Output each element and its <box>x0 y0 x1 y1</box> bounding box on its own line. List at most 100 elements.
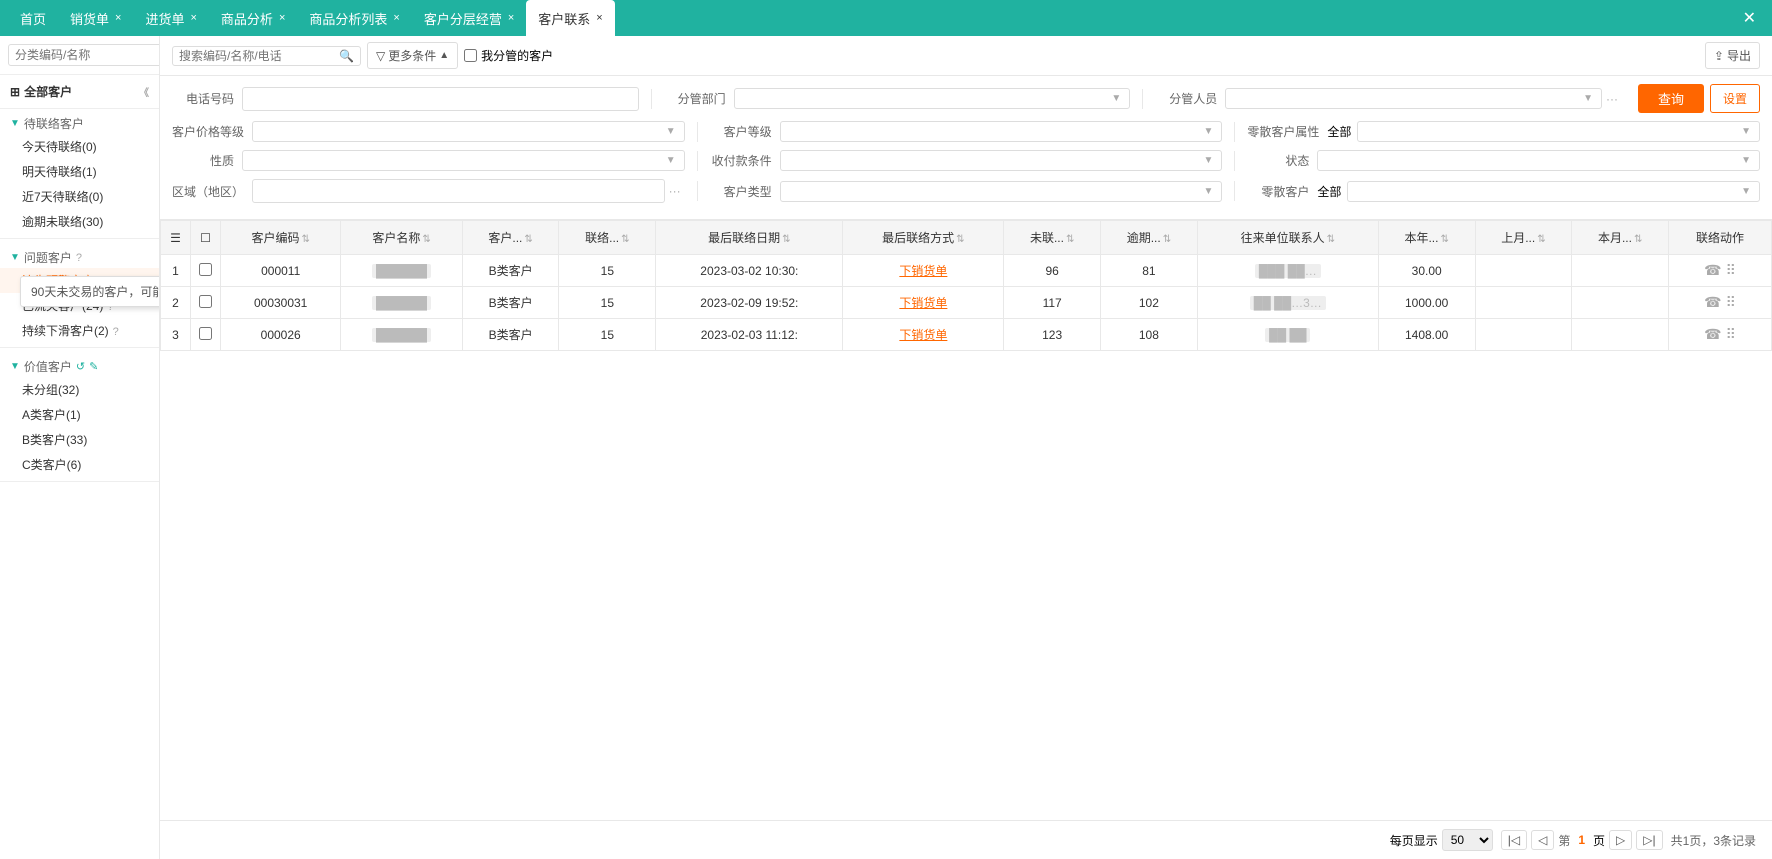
tab-商品分析[interactable]: 商品分析× <box>209 0 297 36</box>
toolbar: 🔍 ▽ 更多条件 ▲ 我分管的客户 ⇪ 导出 <box>160 36 1772 76</box>
col-lastContactMethod[interactable]: 最后联络方式⇅ <box>843 221 1004 255</box>
tab-客户分层经营[interactable]: 客户分层经营× <box>412 0 526 36</box>
region-dots[interactable]: ··· <box>665 184 685 198</box>
page-next-button[interactable]: ▷ <box>1609 830 1632 850</box>
phone-action-icon[interactable]: ☎ <box>1704 262 1721 279</box>
status-select[interactable]: ▼ <box>1317 150 1760 171</box>
sidebar-item-overdue[interactable]: 逾期未联络(30) <box>0 209 159 234</box>
query-button[interactable]: 查询 <box>1638 84 1704 113</box>
payment-select[interactable]: ▼ <box>780 150 1223 171</box>
cell-name: ██████ <box>341 319 462 351</box>
close-all-button[interactable]: ✕ <box>1735 8 1764 28</box>
col-thisYear[interactable]: 本年...⇅ <box>1378 221 1475 255</box>
col-contacts[interactable]: 往来单位联系人⇅ <box>1197 221 1378 255</box>
sidebar-item-week[interactable]: 近7天待联络(0) <box>0 184 159 209</box>
filter-area: 电话号码 分管部门 ▼ 分管人员 ▼ <box>160 76 1772 220</box>
page-prev-button[interactable]: ◁ <box>1531 830 1554 850</box>
sidebar-item-classB[interactable]: B类客户(33) <box>0 427 159 452</box>
cell-lastContactMethod[interactable]: 下销货单 <box>843 319 1004 351</box>
refresh-icon[interactable]: ↺ <box>76 360 85 373</box>
person-select[interactable]: ▼ <box>1225 88 1602 109</box>
table-body: 1000011██████B类客户152023-03-02 10:30:下销货单… <box>161 255 1772 351</box>
cell-lastMonth <box>1475 319 1572 351</box>
tab-进货单[interactable]: 进货单× <box>133 0 208 36</box>
tab-close-icon[interactable]: × <box>508 12 514 24</box>
home-tab[interactable]: 首页 <box>8 0 58 36</box>
sidebar-item-classA[interactable]: A类客户(1) <box>0 402 159 427</box>
settings-button[interactable]: 设置 <box>1710 84 1760 113</box>
page-last-button[interactable]: ▷| <box>1636 830 1662 850</box>
more-action-icon[interactable]: ⠿ <box>1726 262 1736 279</box>
cell-contact: 15 <box>559 287 656 319</box>
retail-customer-select[interactable]: ▼ <box>1347 181 1760 202</box>
nature-arrow-icon: ▼ <box>666 155 676 166</box>
my-customers-check[interactable] <box>464 49 477 62</box>
sidebar-item-declining[interactable]: 持续下滑客户(2)? <box>0 318 159 343</box>
customer-level-select[interactable]: ▼ <box>780 121 1223 142</box>
tab-销货单[interactable]: 销货单× <box>58 0 133 36</box>
col-type[interactable]: 客户...⇅ <box>462 221 559 255</box>
section-title: 待联络客户 <box>24 115 84 132</box>
sidebar-section-2[interactable]: ▼价值客户↺✎ <box>0 352 159 377</box>
dept-select[interactable]: ▼ <box>734 88 1131 109</box>
filter-nature: 性质 ▼ <box>172 150 685 171</box>
col-name[interactable]: 客户名称⇅ <box>341 221 462 255</box>
sidebar-all-customers[interactable]: ⊞ 全部客户 《 <box>0 75 159 109</box>
col-code[interactable]: 客户编码⇅ <box>221 221 341 255</box>
phone-input[interactable] <box>242 87 639 111</box>
col-lastContactDate[interactable]: 最后联络日期⇅ <box>656 221 843 255</box>
per-page-select[interactable]: 50 100 <box>1442 829 1493 851</box>
search-input[interactable] <box>179 49 339 63</box>
phone-action-icon[interactable]: ☎ <box>1704 294 1721 311</box>
my-customers-checkbox[interactable]: 我分管的客户 <box>464 47 553 64</box>
row-checkbox[interactable] <box>199 295 212 308</box>
cell-checkbox[interactable] <box>191 319 221 351</box>
blurred-contacts: ██ ██…3… <box>1250 296 1326 310</box>
row-checkbox[interactable] <box>199 327 212 340</box>
sidebar-item-classC[interactable]: C类客户(6) <box>0 452 159 477</box>
dept-arrow-icon: ▼ <box>1111 93 1121 104</box>
tab-close-icon[interactable]: × <box>115 12 121 24</box>
phone-action-icon[interactable]: ☎ <box>1704 326 1721 343</box>
cell-lastContactMethod[interactable]: 下销货单 <box>843 255 1004 287</box>
sidebar-collapse-icon[interactable]: 《 <box>139 84 149 99</box>
retail-attr-select[interactable]: ▼ <box>1357 121 1760 142</box>
edit-icon[interactable]: ✎ <box>89 360 98 373</box>
sidebar-item-today[interactable]: 今天待联络(0) <box>0 134 159 159</box>
col-label: ☰ <box>170 231 181 245</box>
more-action-icon[interactable]: ⠿ <box>1726 326 1736 343</box>
tab-商品分析列表[interactable]: 商品分析列表× <box>297 0 411 36</box>
cell-checkbox[interactable] <box>191 255 221 287</box>
col-lastMonth[interactable]: 上月...⇅ <box>1475 221 1572 255</box>
sidebar-search-input[interactable] <box>8 44 160 66</box>
col-noDays[interactable]: 未联...⇅ <box>1004 221 1101 255</box>
search-button[interactable]: 🔍 <box>339 49 354 63</box>
sidebar-item-ungrouped[interactable]: 未分组(32) <box>0 377 159 402</box>
tab-close-icon[interactable]: × <box>596 12 602 24</box>
sort-icon: ⇅ <box>524 234 532 245</box>
row-checkbox[interactable] <box>199 263 212 276</box>
sidebar-section-1[interactable]: ▼问题客户? <box>0 243 159 268</box>
cell-lastContactMethod[interactable]: 下销货单 <box>843 287 1004 319</box>
more-conditions-button[interactable]: ▽ 更多条件 ▲ <box>367 42 458 69</box>
cell-contacts: ███ ██… <box>1197 255 1378 287</box>
sidebar-item-tomorrow[interactable]: 明天待联络(1) <box>0 159 159 184</box>
col-contact[interactable]: 联络...⇅ <box>559 221 656 255</box>
col-thisMonth[interactable]: 本月...⇅ <box>1572 221 1669 255</box>
sidebar-section-0[interactable]: ▼待联络客户 <box>0 109 159 134</box>
page-first-button[interactable]: |◁ <box>1501 830 1527 850</box>
tab-close-icon[interactable]: × <box>190 12 196 24</box>
price-level-select[interactable]: ▼ <box>252 121 685 142</box>
nature-select[interactable]: ▼ <box>242 150 685 171</box>
customer-type-select[interactable]: ▼ <box>780 181 1223 202</box>
tab-close-icon[interactable]: × <box>393 12 399 24</box>
tab-close-icon[interactable]: × <box>279 12 285 24</box>
sep4 <box>1234 122 1235 142</box>
export-button[interactable]: ⇪ 导出 <box>1705 42 1760 69</box>
more-action-icon[interactable]: ⠿ <box>1726 294 1736 311</box>
tab-客户联系[interactable]: 客户联系× <box>526 0 614 36</box>
region-input[interactable] <box>252 179 665 203</box>
col-overdue[interactable]: 逾期...⇅ <box>1101 221 1198 255</box>
cell-checkbox[interactable] <box>191 287 221 319</box>
person-dots[interactable]: ··· <box>1602 92 1622 106</box>
